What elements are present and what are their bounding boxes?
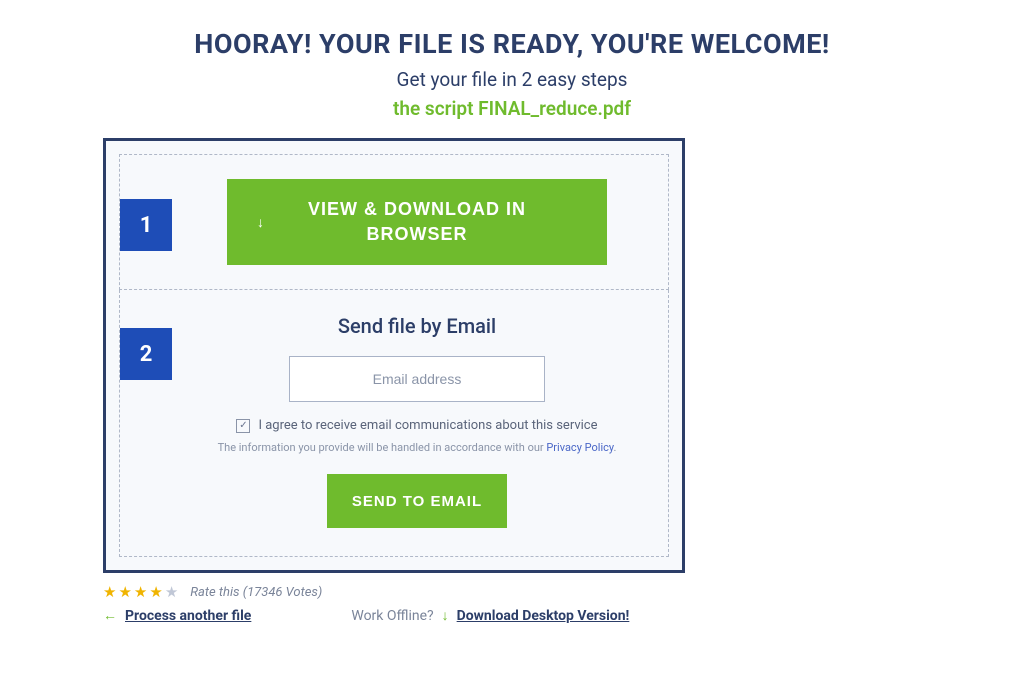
- email-field[interactable]: [289, 356, 545, 402]
- disclaimer-post: .: [614, 441, 617, 454]
- star-icon: ★: [149, 583, 162, 601]
- star-icon: ★: [118, 583, 131, 601]
- rate-votes: (17346 Votes): [243, 585, 323, 600]
- arrow-down-icon: ↓: [442, 607, 449, 624]
- rate-label: Rate this: [190, 585, 239, 600]
- step-number-1: 1: [120, 199, 172, 251]
- view-download-button[interactable]: ↓ VIEW & DOWNLOAD IN BROWSER: [227, 179, 607, 265]
- rating[interactable]: ★ ★ ★ ★ ★ Rate this (17346 Votes): [103, 583, 685, 601]
- star-icon: ★: [165, 583, 178, 601]
- download-button-label: VIEW & DOWNLOAD IN BROWSER: [302, 197, 532, 247]
- step-2: 2 Send file by Email ✓ I agree to receiv…: [119, 290, 669, 557]
- send-email-button[interactable]: SEND TO EMAIL: [327, 474, 507, 528]
- send-email-title: Send file by Email: [198, 314, 636, 338]
- arrow-left-icon: ←: [103, 607, 117, 624]
- footer-links: ← Process another file Work Offline? ↓ D…: [103, 607, 685, 624]
- page-subtitle: Get your file in 2 easy steps: [0, 68, 1024, 91]
- agree-checkbox[interactable]: ✓: [236, 419, 250, 433]
- privacy-policy-link[interactable]: Privacy Policy: [546, 441, 613, 454]
- step-number-2: 2: [120, 328, 172, 380]
- download-icon: ↓: [257, 214, 265, 230]
- agree-row: ✓ I agree to receive email communication…: [198, 418, 636, 433]
- agree-label: I agree to receive email communications …: [258, 418, 597, 433]
- process-another-link[interactable]: Process another file: [125, 608, 251, 624]
- steps-panel: 1 ↓ VIEW & DOWNLOAD IN BROWSER 2 Send fi…: [103, 138, 685, 573]
- rate-text: Rate this (17346 Votes): [190, 585, 322, 600]
- disclaimer: The information you provide will be hand…: [198, 441, 636, 454]
- footer: ★ ★ ★ ★ ★ Rate this (17346 Votes) ← Proc…: [103, 583, 685, 624]
- download-desktop-link[interactable]: Download Desktop Version!: [457, 608, 630, 624]
- step-1: 1 ↓ VIEW & DOWNLOAD IN BROWSER: [119, 154, 669, 290]
- page-title: HOORAY! YOUR FILE IS READY, YOU'RE WELCO…: [0, 28, 1024, 60]
- work-offline-label: Work Offline?: [351, 608, 433, 624]
- disclaimer-pre: The information you provide will be hand…: [218, 441, 547, 454]
- filename: the script FINAL_reduce.pdf: [0, 97, 1024, 120]
- star-icon: ★: [103, 583, 116, 601]
- star-icon: ★: [134, 583, 147, 601]
